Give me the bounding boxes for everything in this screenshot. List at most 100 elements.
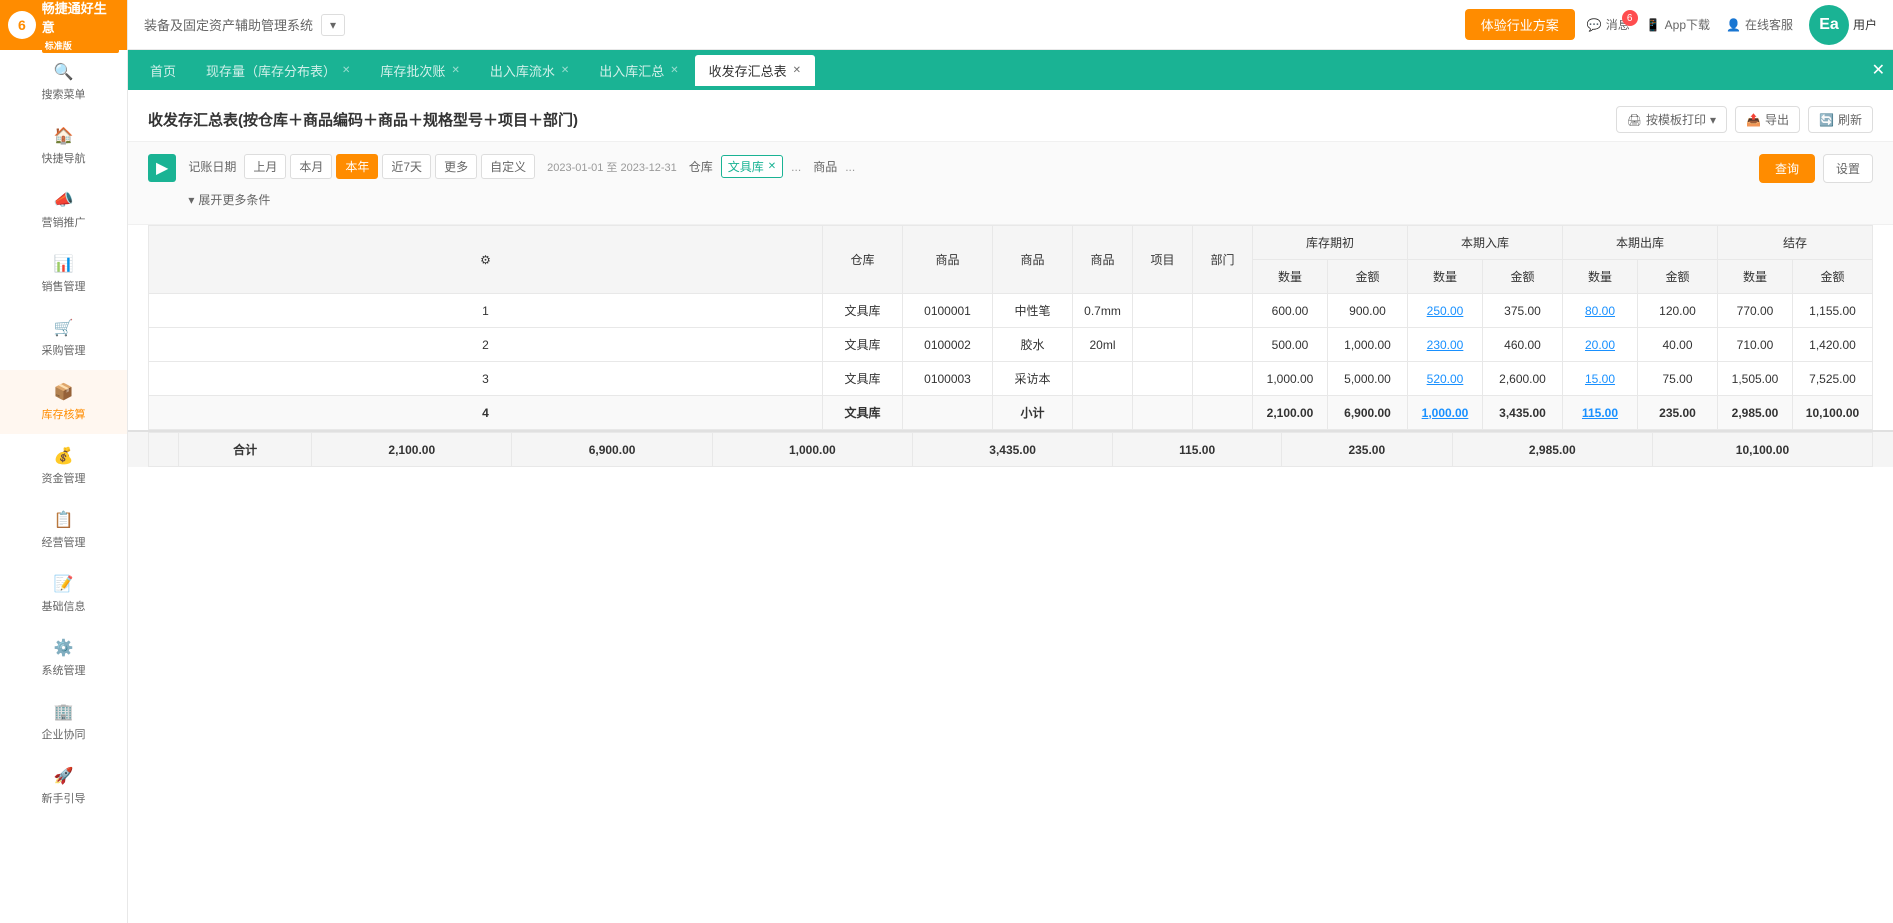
refresh-button[interactable]: 🔄 刷新	[1808, 106, 1873, 133]
date-range-text: 2023-01-01 至 2023-12-31	[547, 159, 677, 175]
sidebar-item-label: 企业协同	[42, 726, 86, 742]
cell-project	[1133, 328, 1193, 362]
date-btn-7days[interactable]: 近7天	[382, 154, 431, 179]
total-out-qty: 115.00	[1113, 433, 1282, 467]
system-dropdown[interactable]: ▾	[321, 14, 345, 36]
cell-in-amt: 375.00	[1483, 294, 1563, 328]
total-settings-cell	[149, 433, 179, 467]
th-balance: 结存	[1718, 226, 1873, 260]
total-table: 合计 2,100.00 6,900.00 1,000.00 3,435.00 1…	[148, 432, 1873, 467]
cell-open-qty: 500.00	[1253, 328, 1328, 362]
date-btn-more[interactable]: 更多	[435, 154, 477, 179]
sidebar: 6 畅捷通好生意 标准版 🔍 搜索菜单 🏠 快捷导航 📣 营销推广 📊 销售管理…	[0, 0, 128, 923]
cell-bal-qty: 770.00	[1718, 294, 1793, 328]
cell-code: 0100003	[903, 362, 993, 396]
cell-in-amt: 2,600.00	[1483, 362, 1563, 396]
date-btn-this-month[interactable]: 本月	[290, 154, 332, 179]
system-title-text: 装备及固定资产辅助管理系统	[144, 15, 313, 34]
th-in: 本期入库	[1408, 226, 1563, 260]
subtotal-out-amt: 235.00	[1638, 396, 1718, 430]
experience-button[interactable]: 体验行业方案	[1465, 9, 1575, 40]
cell-in-qty[interactable]: 520.00	[1408, 362, 1483, 396]
tab-home[interactable]: 首页	[136, 55, 190, 86]
logo-icon: 6	[8, 11, 36, 39]
tab-close-icon[interactable]: ✕	[451, 65, 459, 76]
sidebar-item-guide[interactable]: 🚀 新手引导	[0, 754, 127, 818]
cell-code: 0100002	[903, 328, 993, 362]
product-more[interactable]: ...	[845, 160, 855, 174]
sidebar-item-label: 采购管理	[42, 342, 86, 358]
filter-toggle-button[interactable]: ▶	[148, 154, 176, 182]
print-button[interactable]: 🖨 按模板打印 ▾	[1616, 106, 1727, 133]
cell-dept	[1193, 362, 1253, 396]
tab-inventory-dist[interactable]: 现存量（库存分布表） ✕	[192, 55, 364, 86]
filter-section: 记账日期 上月 本月 本年 近7天 更多 自定义 2023-01-01 至 20…	[188, 154, 1747, 179]
sidebar-item-inventory[interactable]: 📦 库存核算	[0, 370, 127, 434]
expand-more-btn[interactable]: ▾ 展开更多条件	[188, 187, 1747, 212]
tab-batch[interactable]: 库存批次账 ✕	[366, 55, 473, 86]
user-menu[interactable]: Ea 用户	[1809, 5, 1877, 45]
export-icon: 📤	[1746, 113, 1761, 127]
tab-close-icon[interactable]: ✕	[561, 65, 569, 76]
app-download-action[interactable]: 📱 App下载	[1646, 16, 1710, 33]
tab-close-icon[interactable]: ✕	[342, 65, 350, 76]
page-header: 收发存汇总表(按仓库＋商品编码＋商品＋规格型号＋项目＋部门) 🖨 按模板打印 ▾…	[128, 90, 1893, 142]
cell-in-qty[interactable]: 250.00	[1408, 294, 1483, 328]
cell-bal-amt: 1,420.00	[1793, 328, 1873, 362]
tabs-close-all[interactable]: ✕	[1872, 60, 1885, 80]
page-title: 收发存汇总表(按仓库＋商品编码＋商品＋规格型号＋项目＋部门)	[148, 109, 578, 130]
sidebar-item-marketing[interactable]: 📣 营销推广	[0, 178, 127, 242]
warehouse-tag-close[interactable]: ✕	[768, 161, 776, 172]
cell-bal-qty: 710.00	[1718, 328, 1793, 362]
warehouse-more[interactable]: ...	[791, 160, 801, 174]
inventory-icon: 📦	[54, 382, 74, 402]
tab-collect-summary[interactable]: 收发存汇总表 ✕	[695, 55, 815, 86]
chevron-down-icon: ▾	[1710, 113, 1716, 127]
cell-in-qty[interactable]: 230.00	[1408, 328, 1483, 362]
subtotal-in-qty[interactable]: 1,000.00	[1408, 396, 1483, 430]
data-table: ⚙ 仓库 商品 商品 商品 项目 部门 库存期初 本期入库 本期出库 结存	[148, 225, 1873, 430]
tab-bar: 首页 现存量（库存分布表） ✕ 库存批次账 ✕ 出入库流水 ✕ 出入库汇总 ✕ …	[128, 50, 1893, 90]
sidebar-item-purchase[interactable]: 🛒 采购管理	[0, 306, 127, 370]
tab-close-icon[interactable]: ✕	[793, 65, 801, 76]
cell-out-qty[interactable]: 15.00	[1563, 362, 1638, 396]
date-btn-last-month[interactable]: 上月	[244, 154, 286, 179]
tab-inout-summary[interactable]: 出入库汇总 ✕	[585, 55, 692, 86]
topbar-actions: 💬 6 消息 📱 App下载 👤 在线客服 Ea 用户	[1587, 5, 1877, 45]
cell-out-amt: 120.00	[1638, 294, 1718, 328]
subtotal-out-qty[interactable]: 115.00	[1563, 396, 1638, 430]
query-button[interactable]: 查询	[1759, 154, 1815, 183]
cell-project	[1133, 294, 1193, 328]
cell-spec: 20ml	[1073, 328, 1133, 362]
sidebar-item-label: 库存核算	[42, 406, 86, 422]
sidebar-item-basic[interactable]: 📝 基础信息	[0, 562, 127, 626]
th-settings[interactable]: ⚙	[149, 226, 823, 294]
sidebar-item-quick[interactable]: 🏠 快捷导航	[0, 114, 127, 178]
th-dept: 部门	[1193, 226, 1253, 294]
online-service-label: 在线客服	[1745, 16, 1793, 33]
tab-home-label: 首页	[150, 61, 176, 80]
subtotal-in-amt: 3,435.00	[1483, 396, 1563, 430]
date-btn-this-year[interactable]: 本年	[336, 154, 378, 179]
cell-out-qty[interactable]: 80.00	[1563, 294, 1638, 328]
th-code: 商品	[903, 226, 993, 294]
cell-no: 2	[149, 328, 823, 362]
settings-button[interactable]: 设置	[1823, 154, 1873, 183]
messages-action[interactable]: 💬 6 消息	[1587, 16, 1630, 33]
settings-icon: ⚙	[480, 253, 491, 267]
sidebar-item-finance[interactable]: 💰 资金管理	[0, 434, 127, 498]
sidebar-item-sales[interactable]: 📊 销售管理	[0, 242, 127, 306]
sidebar-item-business[interactable]: 📋 经营管理	[0, 498, 127, 562]
basic-icon: 📝	[54, 574, 74, 594]
online-service-action[interactable]: 👤 在线客服	[1726, 16, 1793, 33]
sidebar-item-system[interactable]: ⚙️ 系统管理	[0, 626, 127, 690]
tab-inout-flow[interactable]: 出入库流水 ✕	[476, 55, 583, 86]
date-btn-custom[interactable]: 自定义	[481, 154, 535, 179]
cell-out-qty[interactable]: 20.00	[1563, 328, 1638, 362]
sidebar-item-enterprise[interactable]: 🏢 企业协同	[0, 690, 127, 754]
sidebar-item-search[interactable]: 🔍 搜索菜单	[0, 50, 127, 114]
tab-close-icon[interactable]: ✕	[670, 65, 678, 76]
expand-label: 展开更多条件	[198, 191, 270, 208]
export-button[interactable]: 📤 导出	[1735, 106, 1800, 133]
th-bal-qty: 数量	[1718, 260, 1793, 294]
